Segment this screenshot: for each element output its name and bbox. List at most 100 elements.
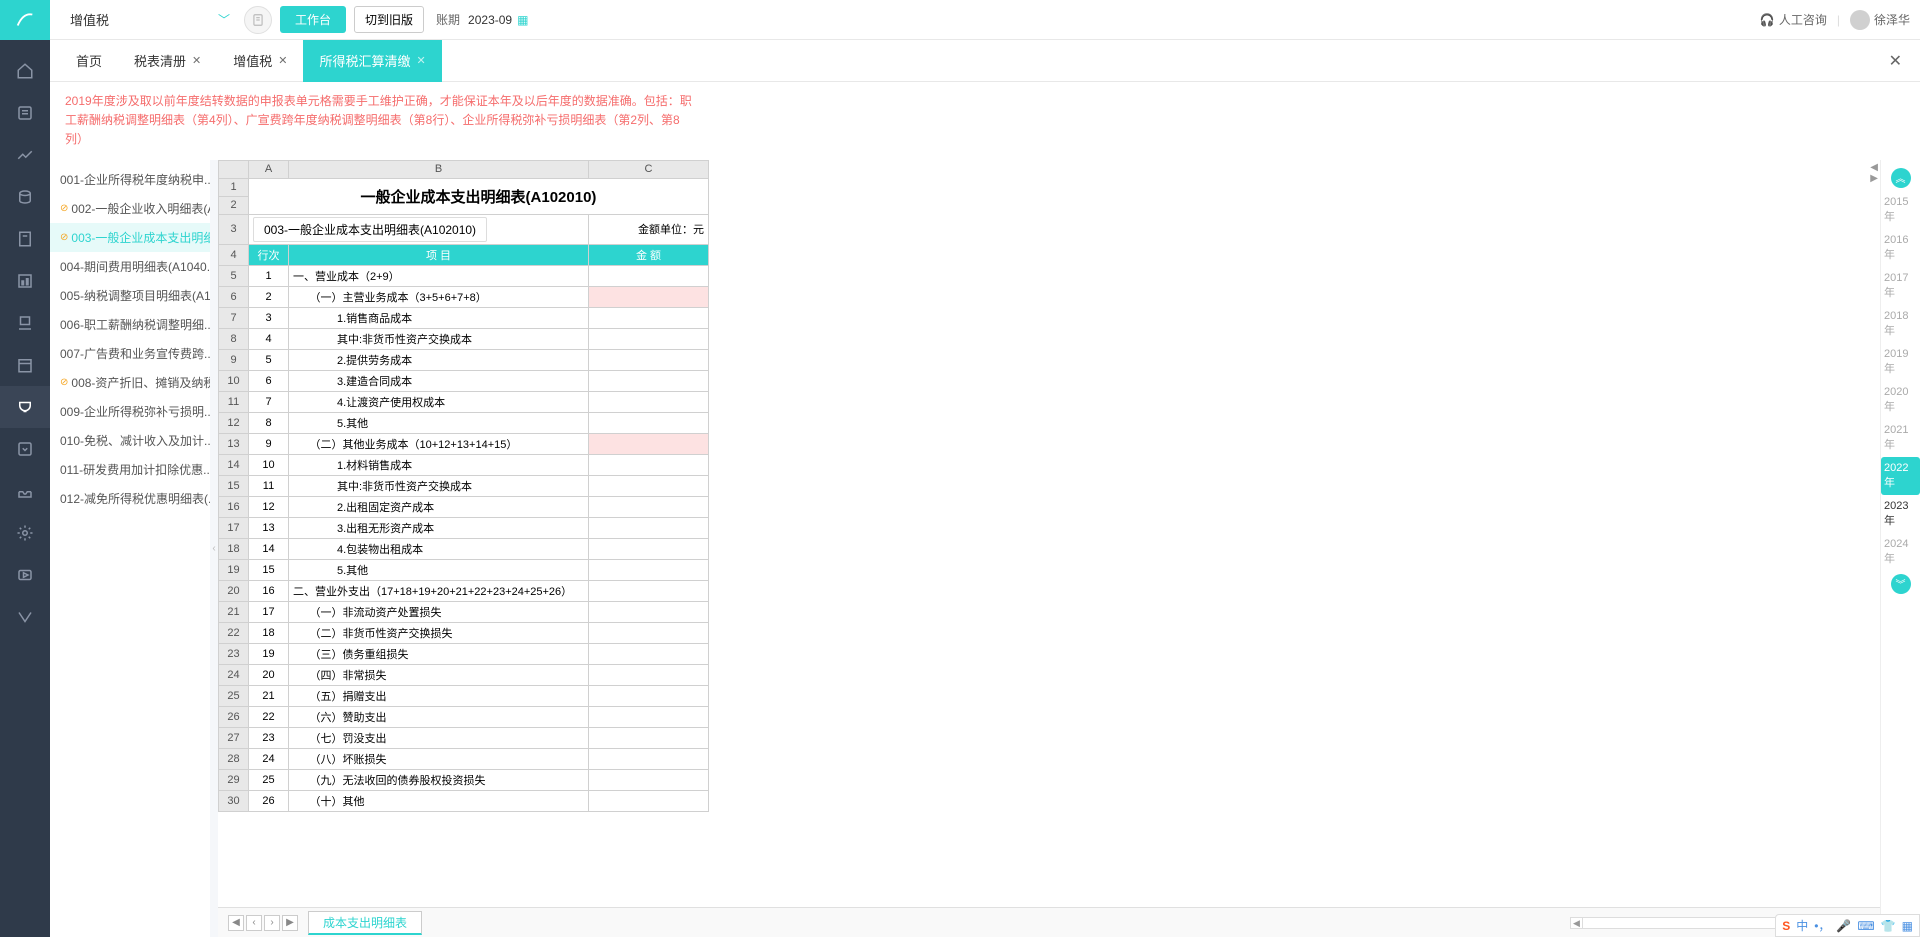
sidebar-tax[interactable] [0,386,50,428]
row-amount[interactable] [589,391,709,412]
year-item[interactable]: 2023年 [1881,495,1920,533]
sidebar-stamp[interactable] [0,302,50,344]
row-amount[interactable] [589,643,709,664]
tab-close-icon[interactable]: ✕ [417,54,426,67]
form-list-item-11[interactable]: 012-减免所得税优惠明细表(... [50,484,210,513]
tab-close-icon[interactable]: ✕ [278,54,287,67]
row-amount[interactable] [589,790,709,811]
row-item[interactable]: 5.其他 [289,559,589,580]
sheet-first[interactable]: ◀ [228,915,244,931]
ime-grid-icon[interactable]: ▦ [1902,919,1913,933]
year-item[interactable]: 2018年 [1881,305,1920,343]
row-seq[interactable]: 16 [249,580,289,601]
user-menu[interactable]: 徐泽华 [1850,10,1910,30]
app-logo[interactable] [0,0,50,40]
sidebar-chart[interactable] [0,134,50,176]
tab-1[interactable]: 税表清册✕ [118,40,217,82]
row-amount[interactable] [589,328,709,349]
row-amount[interactable] [589,664,709,685]
row-amount[interactable] [589,454,709,475]
form-list-item-3[interactable]: 004-期间费用明细表(A1040... [50,252,210,281]
year-item[interactable]: 2020年 [1881,381,1920,419]
year-item[interactable]: 2017年 [1881,267,1920,305]
col-header[interactable]: A [249,160,289,178]
tab-3[interactable]: 所得税汇算清缴✕ [303,40,441,82]
row-seq[interactable]: 2 [249,286,289,307]
row-item[interactable]: （一）非流动资产处置损失 [289,601,589,622]
row-item[interactable]: （九）无法收回的债券股权投资损失 [289,769,589,790]
sheet-next[interactable]: › [264,915,280,931]
ime-toolbar[interactable]: S 中 •， 🎤 ⌨ 👕 ▦ [1775,914,1920,937]
form-list-item-7[interactable]: ⊘008-资产折旧、摊销及纳税... [50,368,210,397]
row-seq[interactable]: 25 [249,769,289,790]
row-amount[interactable] [589,349,709,370]
row-amount[interactable] [589,433,709,454]
sheet-nav-arrows[interactable]: ◀▶ [1870,162,1878,184]
company-dropdown[interactable]: 增值税 ﹀ [60,10,240,29]
row-amount[interactable] [589,580,709,601]
row-seq[interactable]: 11 [249,475,289,496]
ime-keyboard-icon[interactable]: ⌨ [1857,919,1874,933]
sidebar-archive[interactable] [0,428,50,470]
tabs-close-all[interactable]: ✕ [1881,51,1910,71]
row-seq[interactable]: 1 [249,265,289,286]
row-item[interactable]: 4.包装物出租成本 [289,538,589,559]
sheet-prev[interactable]: ‹ [246,915,262,931]
sidebar-home[interactable] [0,50,50,92]
sidebar-settings[interactable] [0,512,50,554]
row-seq[interactable]: 26 [249,790,289,811]
row-item[interactable]: 3.出租无形资产成本 [289,517,589,538]
form-list-item-0[interactable]: 001-企业所得税年度纳税申... [50,165,210,194]
year-down[interactable]: ︾ [1891,574,1911,594]
row-amount[interactable] [589,475,709,496]
row-seq[interactable]: 10 [249,454,289,475]
year-item[interactable]: 2019年 [1881,343,1920,381]
row-seq[interactable]: 5 [249,349,289,370]
row-item[interactable]: （三）债务重组损失 [289,643,589,664]
year-up[interactable]: ︽ [1891,168,1911,188]
sheet-last[interactable]: ▶ [282,915,298,931]
tab-close-icon[interactable]: ✕ [192,54,201,67]
form-list-item-2[interactable]: ⊘003-一般企业成本支出明细... [50,223,210,252]
row-seq[interactable]: 9 [249,433,289,454]
sidebar-calendar[interactable] [0,344,50,386]
row-seq[interactable]: 7 [249,391,289,412]
row-item[interactable]: （二）非货币性资产交换损失 [289,622,589,643]
row-seq[interactable]: 24 [249,748,289,769]
form-list-item-1[interactable]: ⊘002-一般企业收入明细表(A... [50,194,210,223]
row-item[interactable]: （五）捐赠支出 [289,685,589,706]
year-item[interactable]: 2021年 [1881,419,1920,457]
form-list-item-9[interactable]: 010-免税、减计收入及加计... [50,426,210,455]
form-list-item-10[interactable]: 011-研发费用加计扣除优惠... [50,455,210,484]
year-item[interactable]: 2015年 [1881,191,1920,229]
row-seq[interactable]: 21 [249,685,289,706]
sheet-tab[interactable]: 成本支出明细表 [308,911,422,935]
ime-lang[interactable]: 中 [1796,917,1808,934]
sidebar-video[interactable] [0,554,50,596]
row-amount[interactable] [589,370,709,391]
form-list-item-5[interactable]: 006-职工薪酬纳税调整明细... [50,310,210,339]
row-item[interactable]: 一、营业成本（2+9） [289,265,589,286]
consult-link[interactable]: 🎧 人工咨询 [1760,11,1827,28]
row-amount[interactable] [589,748,709,769]
form-list-item-6[interactable]: 007-广告费和业务宣传费跨... [50,339,210,368]
year-item[interactable]: 2016年 [1881,229,1920,267]
col-header[interactable]: B [289,160,589,178]
row-amount[interactable] [589,265,709,286]
row-item[interactable]: （一）主营业务成本（3+5+6+7+8） [289,286,589,307]
row-amount[interactable] [589,559,709,580]
row-item[interactable]: （十）其他 [289,790,589,811]
row-item[interactable]: （四）非常损失 [289,664,589,685]
row-item[interactable]: （六）赞助支出 [289,706,589,727]
tab-0[interactable]: 首页 [60,40,118,82]
row-item[interactable]: 其中:非货币性资产交换成本 [289,328,589,349]
ime-skin-icon[interactable]: 👕 [1881,919,1896,933]
col-header[interactable]: C [589,160,709,178]
row-item[interactable]: 3.建造合同成本 [289,370,589,391]
row-item[interactable]: 二、营业外支出（17+18+19+20+21+22+23+24+25+26） [289,580,589,601]
row-amount[interactable] [589,601,709,622]
row-seq[interactable]: 12 [249,496,289,517]
sidebar-money[interactable] [0,176,50,218]
period-picker[interactable]: 2023-09 ▦ [468,13,528,27]
row-seq[interactable]: 8 [249,412,289,433]
